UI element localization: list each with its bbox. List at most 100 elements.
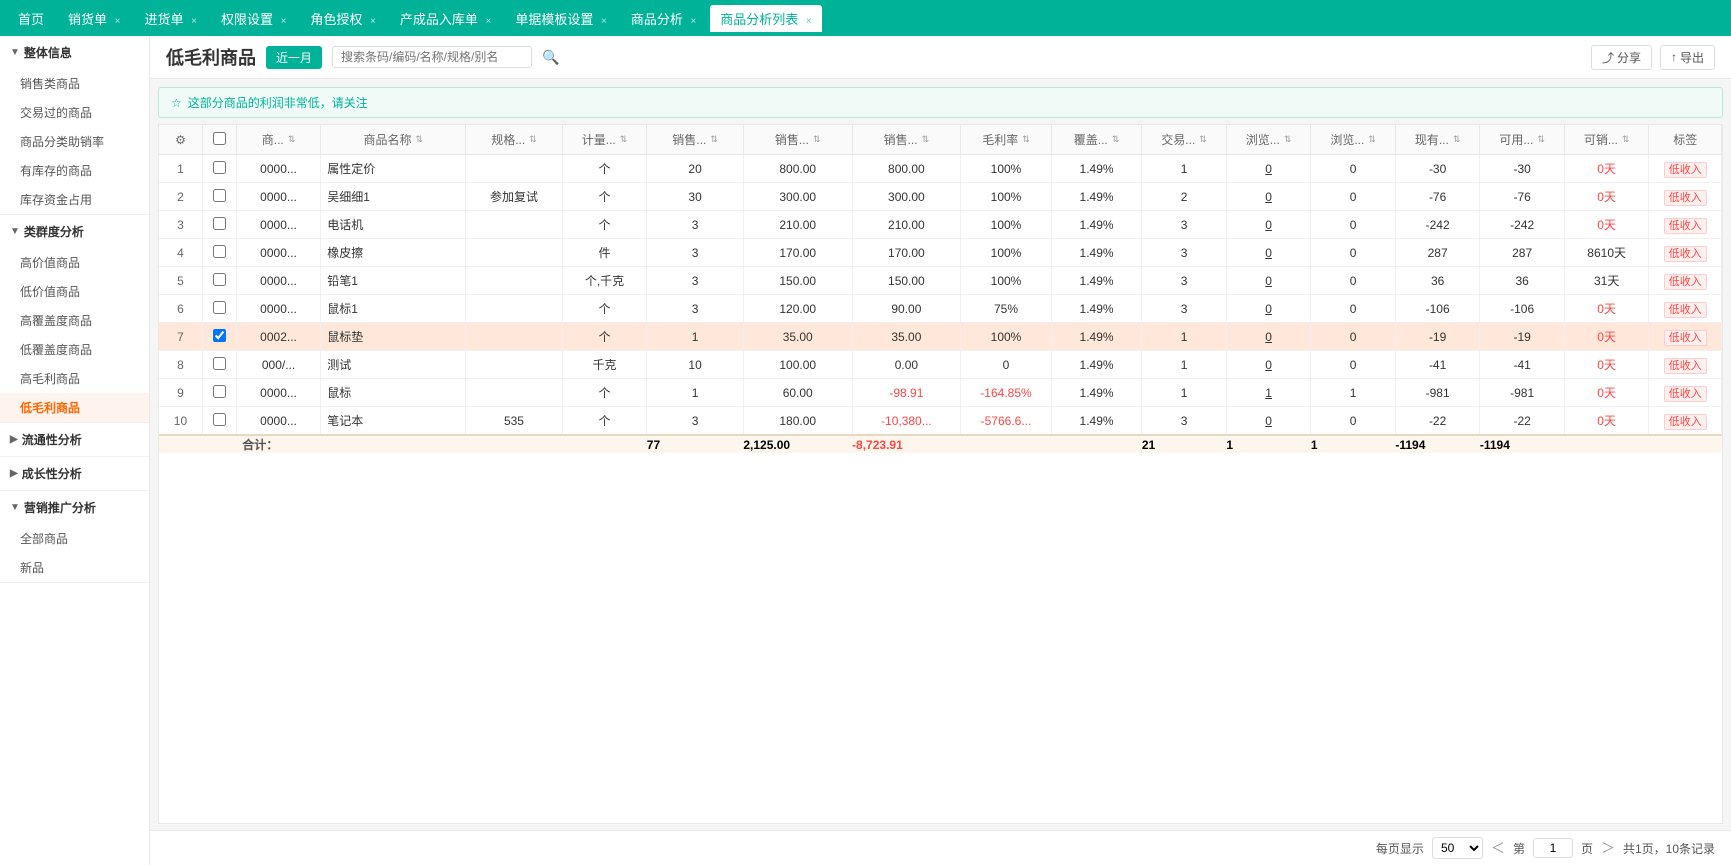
- td-checkbox[interactable]: [202, 267, 236, 295]
- td-browse1[interactable]: 0: [1226, 407, 1311, 436]
- th-unit[interactable]: 计量... ⇅: [562, 125, 647, 155]
- nav-sales[interactable]: 销货单 ×: [58, 5, 130, 32]
- td-browse1[interactable]: 0: [1226, 155, 1311, 183]
- table-row: 8 000/... 测试 千克 10 100.00 0.00 0 1.49% 1…: [159, 351, 1722, 379]
- td-browse1[interactable]: 1: [1226, 379, 1311, 407]
- td-row-num: 5: [159, 267, 202, 295]
- search-input[interactable]: [332, 46, 532, 68]
- th-code[interactable]: 商... ⇅: [236, 125, 321, 155]
- td-stock: 287: [1395, 239, 1480, 267]
- nav-role[interactable]: 角色授权 ×: [300, 5, 385, 32]
- nav-goods-analysis[interactable]: 商品分析 ×: [621, 5, 706, 32]
- row-checkbox[interactable]: [213, 245, 226, 258]
- th-tag[interactable]: 标签: [1649, 125, 1722, 155]
- td-browse1[interactable]: 0: [1226, 351, 1311, 379]
- sidebar-section-marketing: ▼ 营销推广分析 全部商品 新品: [0, 491, 149, 583]
- th-spec[interactable]: 规格... ⇅: [466, 125, 563, 155]
- sidebar-group-cluster[interactable]: ▼ 类群度分析: [0, 215, 149, 248]
- row-checkbox[interactable]: [213, 301, 226, 314]
- share-button[interactable]: ⤴ 分享: [1591, 45, 1652, 70]
- td-checkbox[interactable]: [202, 239, 236, 267]
- td-browse1[interactable]: 0: [1226, 323, 1311, 351]
- td-browse1[interactable]: 0: [1226, 183, 1311, 211]
- td-checkbox[interactable]: [202, 295, 236, 323]
- row-checkbox[interactable]: [213, 329, 226, 342]
- sidebar-item-low-coverage[interactable]: 低覆盖度商品: [0, 335, 149, 364]
- th-name[interactable]: 商品名称 ⇅: [321, 125, 466, 155]
- sidebar-item-low-margin[interactable]: 低毛利商品: [0, 393, 149, 422]
- td-checkbox[interactable]: [202, 323, 236, 351]
- td-browse1[interactable]: 0: [1226, 295, 1311, 323]
- td-checkbox[interactable]: [202, 211, 236, 239]
- td-saleable: 31天: [1564, 267, 1649, 295]
- row-checkbox[interactable]: [213, 413, 226, 426]
- sidebar-item-category-rate[interactable]: 商品分类助销率: [0, 127, 149, 156]
- th-trade[interactable]: 交易... ⇅: [1142, 125, 1227, 155]
- nav-goods-analysis-close[interactable]: ×: [690, 16, 696, 27]
- export-button[interactable]: ↑ 导出: [1660, 45, 1715, 70]
- row-checkbox[interactable]: [213, 273, 226, 286]
- th-sale1[interactable]: 销售... ⇅: [647, 125, 744, 155]
- sidebar-item-high-margin[interactable]: 高毛利商品: [0, 364, 149, 393]
- nav-goods-analysis-list[interactable]: 商品分析列表 ×: [710, 5, 821, 32]
- th-saleable[interactable]: 可销... ⇅: [1564, 125, 1649, 155]
- nav-permission[interactable]: 权限设置 ×: [211, 5, 296, 32]
- td-checkbox[interactable]: [202, 379, 236, 407]
- nav-purchase-close[interactable]: ×: [191, 16, 197, 27]
- td-qty: 1: [647, 323, 744, 351]
- search-button[interactable]: 🔍: [542, 49, 559, 66]
- nav-goods-list-close[interactable]: ×: [806, 16, 812, 27]
- page-size-select[interactable]: 50 100 200: [1432, 837, 1483, 859]
- th-coverage[interactable]: 覆盖... ⇅: [1051, 125, 1142, 155]
- sidebar-item-high-value[interactable]: 高价值商品: [0, 248, 149, 277]
- sidebar-group-marketing[interactable]: ▼ 营销推广分析: [0, 491, 149, 524]
- sidebar-item-high-coverage[interactable]: 高覆盖度商品: [0, 306, 149, 335]
- td-checkbox[interactable]: [202, 407, 236, 436]
- th-browse1[interactable]: 浏览... ⇅: [1226, 125, 1311, 155]
- row-checkbox[interactable]: [213, 161, 226, 174]
- sidebar-group-flow[interactable]: ▶ 流通性分析: [0, 423, 149, 456]
- th-checkbox[interactable]: [202, 125, 236, 155]
- sidebar-item-traded-goods[interactable]: 交易过的商品: [0, 98, 149, 127]
- td-browse1[interactable]: 0: [1226, 211, 1311, 239]
- th-available[interactable]: 可用... ⇅: [1480, 125, 1565, 155]
- row-checkbox[interactable]: [213, 189, 226, 202]
- select-all-checkbox[interactable]: [213, 132, 226, 145]
- th-settings[interactable]: ⚙: [159, 125, 202, 155]
- nav-role-close[interactable]: ×: [370, 16, 376, 27]
- nav-home[interactable]: 首页: [8, 5, 54, 32]
- th-browse2[interactable]: 浏览... ⇅: [1311, 125, 1396, 155]
- nav-permission-close[interactable]: ×: [281, 16, 287, 27]
- next-page-button[interactable]: ＞: [1601, 838, 1615, 858]
- td-stock: -22: [1395, 407, 1480, 436]
- sidebar-group-overall[interactable]: ▼ 整体信息: [0, 36, 149, 69]
- nav-template[interactable]: 单据模板设置 ×: [505, 5, 616, 32]
- td-browse1[interactable]: 0: [1226, 239, 1311, 267]
- row-checkbox[interactable]: [213, 385, 226, 398]
- sidebar-group-growth[interactable]: ▶ 成长性分析: [0, 457, 149, 490]
- td-checkbox[interactable]: [202, 351, 236, 379]
- sidebar-item-low-value[interactable]: 低价值商品: [0, 277, 149, 306]
- sidebar-item-sales-goods[interactable]: 销售类商品: [0, 69, 149, 98]
- th-sale3[interactable]: 销售... ⇅: [852, 125, 961, 155]
- nav-purchase[interactable]: 进货单 ×: [134, 5, 206, 32]
- nav-product-entry-close[interactable]: ×: [486, 16, 492, 27]
- th-stock[interactable]: 现有... ⇅: [1395, 125, 1480, 155]
- th-gross-rate[interactable]: 毛利率 ⇅: [961, 125, 1052, 155]
- td-checkbox[interactable]: [202, 183, 236, 211]
- nav-sales-close[interactable]: ×: [115, 16, 121, 27]
- th-sale2[interactable]: 销售... ⇅: [743, 125, 852, 155]
- row-checkbox[interactable]: [213, 357, 226, 370]
- td-checkbox[interactable]: [202, 155, 236, 183]
- filter-button[interactable]: 近一月: [266, 46, 322, 69]
- sidebar-item-all-goods[interactable]: 全部商品: [0, 524, 149, 553]
- prev-page-button[interactable]: ＜: [1491, 838, 1505, 858]
- nav-template-close[interactable]: ×: [601, 16, 607, 27]
- nav-product-entry[interactable]: 产成品入库单 ×: [390, 5, 501, 32]
- td-browse1[interactable]: 0: [1226, 267, 1311, 295]
- sidebar-item-capital[interactable]: 库存资金占用: [0, 185, 149, 214]
- page-number-input[interactable]: [1533, 838, 1573, 858]
- sidebar-item-in-stock[interactable]: 有库存的商品: [0, 156, 149, 185]
- row-checkbox[interactable]: [213, 217, 226, 230]
- sidebar-item-new-goods[interactable]: 新品: [0, 553, 149, 582]
